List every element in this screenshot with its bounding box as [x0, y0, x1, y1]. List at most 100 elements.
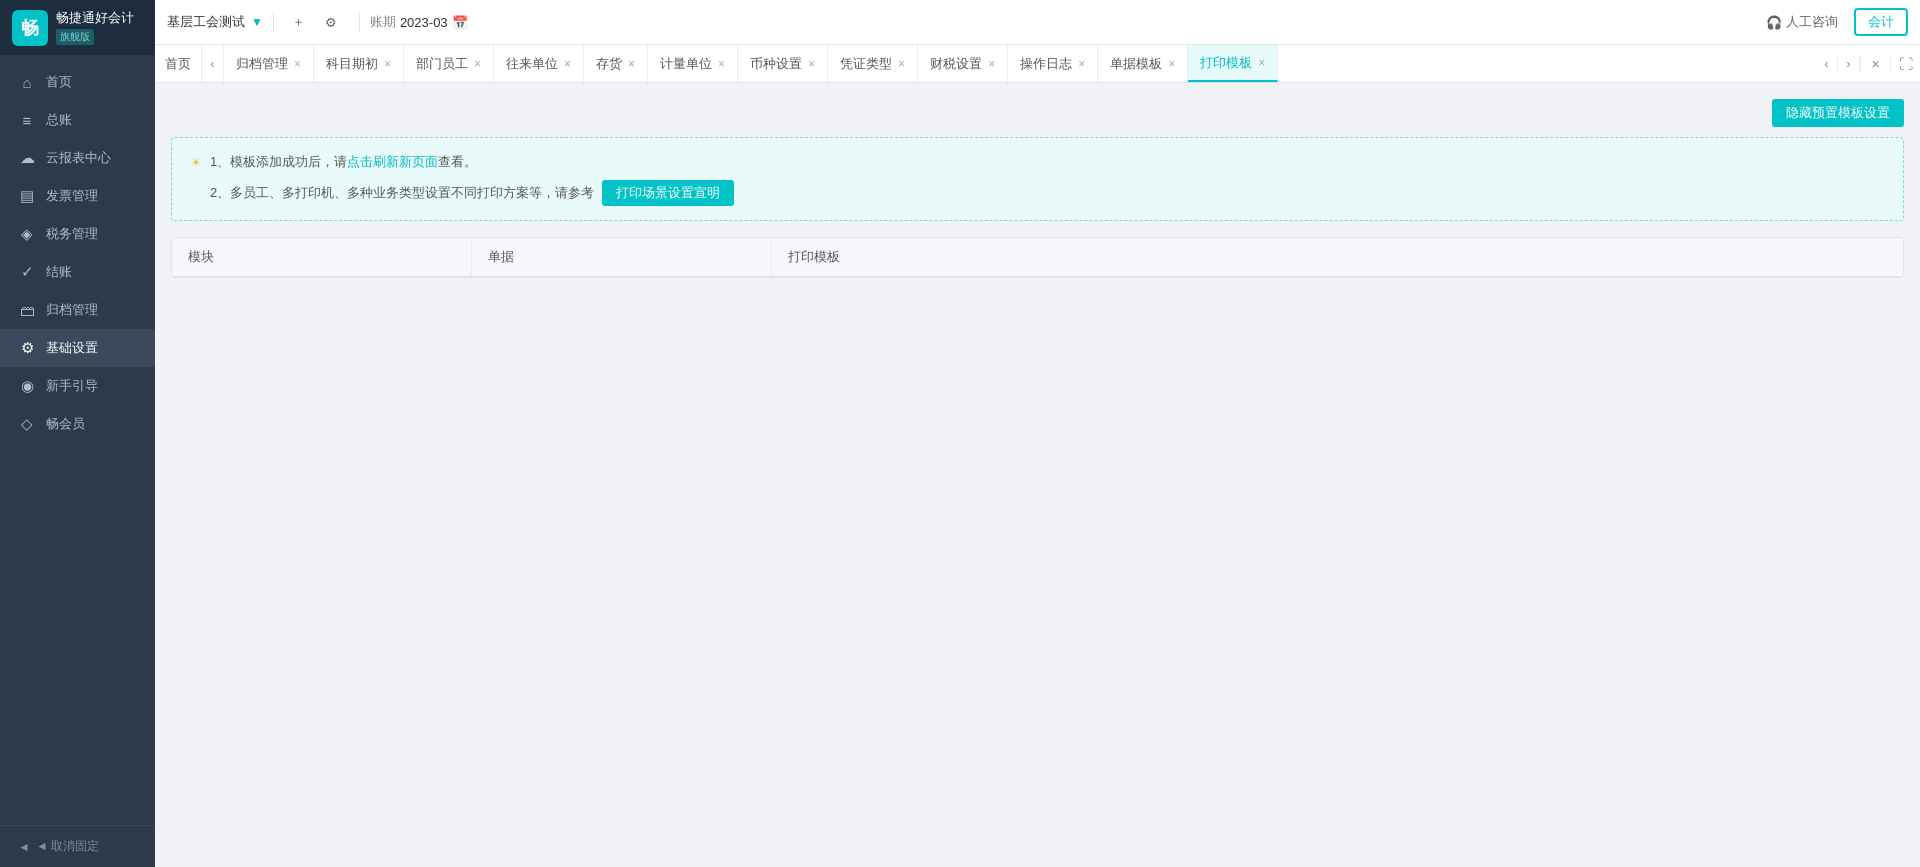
- tab-label: 归档管理: [236, 55, 288, 73]
- tab-label: 单据模板: [1110, 55, 1162, 73]
- reports-icon: ☁: [18, 149, 36, 167]
- tab-currency[interactable]: 币种设置 ×: [738, 45, 828, 82]
- sidebar-item-label: 总账: [46, 111, 72, 129]
- tab-print[interactable]: 打印模板 ×: [1188, 45, 1278, 82]
- sidebar-item-label: 归档管理: [46, 301, 98, 319]
- sidebar-item-invoice[interactable]: ▤ 发票管理: [0, 177, 155, 215]
- tab-label: 往来单位: [506, 55, 558, 73]
- close-icon: ×: [1871, 56, 1879, 72]
- tab-fullscreen-button[interactable]: ⛶: [1890, 56, 1920, 72]
- period-area: 账期 2023-03 📅: [370, 13, 468, 31]
- sidebar-item-home[interactable]: ⌂ 首页: [0, 63, 155, 101]
- tab-home[interactable]: 首页: [155, 45, 202, 82]
- tab-label: 凭证类型: [840, 55, 892, 73]
- print-scene-button[interactable]: 打印场景设置宣明: [602, 180, 734, 206]
- ledger-icon: ≡: [18, 112, 36, 129]
- gear-icon: ⚙: [325, 15, 337, 30]
- tab-oplog[interactable]: 操作日志 ×: [1008, 45, 1098, 82]
- tab-counterpart[interactable]: 往来单位 ×: [494, 45, 584, 82]
- top-bar-right: 🎧 人工咨询 会计: [1758, 8, 1908, 36]
- tab-close-icon[interactable]: ×: [628, 58, 635, 70]
- sidebar-unpin-button[interactable]: ◄ ◄ 取消固定: [0, 825, 155, 867]
- notice-box: ☀ 1、模板添加成功后，请点击刷新新页面查看。 ☀ 2、多员工、多打印机、多种业…: [171, 137, 1904, 221]
- tab-receipt[interactable]: 单据模板 ×: [1098, 45, 1188, 82]
- period-label: 账期: [370, 13, 396, 31]
- calendar-icon[interactable]: 📅: [452, 15, 468, 30]
- tab-close-icon[interactable]: ×: [1078, 58, 1085, 70]
- tab-label: 科目期初: [326, 55, 378, 73]
- sidebar-item-archive[interactable]: 🗃 归档管理: [0, 291, 155, 329]
- sidebar-item-ledger[interactable]: ≡ 总账: [0, 101, 155, 139]
- chevron-left-small-icon: ‹: [1824, 56, 1828, 71]
- settings-button[interactable]: ⚙: [317, 11, 349, 34]
- tab-measure[interactable]: 计量单位 ×: [648, 45, 738, 82]
- sidebar-item-label: 税务管理: [46, 225, 98, 243]
- org-name: 基层工会测试: [167, 13, 245, 31]
- tab-close-icon[interactable]: ×: [898, 58, 905, 70]
- tab-archive[interactable]: 归档管理 ×: [224, 45, 314, 82]
- tab-label: 财税设置: [930, 55, 982, 73]
- top-bar: 基层工会测试 ▼ ＋ ⚙ 账期 2023-03 📅 🎧 人工咨询 会计: [155, 0, 1920, 45]
- member-icon: ◇: [18, 415, 36, 433]
- fullscreen-icon: ⛶: [1899, 56, 1913, 72]
- tab-dept[interactable]: 部门员工 ×: [404, 45, 494, 82]
- tab-close-icon[interactable]: ×: [718, 58, 725, 70]
- sidebar-item-guide[interactable]: ◉ 新手引导: [0, 367, 155, 405]
- divider-2: [359, 12, 360, 32]
- sidebar-item-reports[interactable]: ☁ 云报表中心: [0, 139, 155, 177]
- tab-label: 计量单位: [660, 55, 712, 73]
- tab-label: 打印模板: [1200, 54, 1252, 72]
- tab-subject[interactable]: 科目期初 ×: [314, 45, 404, 82]
- archive-icon: 🗃: [18, 302, 36, 319]
- org-selector[interactable]: 基层工会测试 ▼: [167, 13, 263, 31]
- notice-text-2: 2、多员工、多打印机、多种业务类型设置不同打印方案等，请参考 打印场景设置宣明: [210, 180, 734, 206]
- tab-prev-button[interactable]: ‹: [202, 45, 224, 82]
- account-button[interactable]: 会计: [1854, 8, 1908, 36]
- sidebar-item-label: 畅会员: [46, 415, 85, 433]
- period-value: 2023-03: [400, 15, 448, 30]
- tab-scroll-right-button[interactable]: ›: [1838, 56, 1860, 71]
- logo-area: 畅 畅捷通好会计 旗舰版: [0, 0, 155, 55]
- sidebar-item-tax[interactable]: ◈ 税务管理: [0, 215, 155, 253]
- sidebar-item-label: 首页: [46, 73, 72, 91]
- data-table: 模块 单据 打印模板: [171, 237, 1904, 278]
- sidebar: 畅 畅捷通好会计 旗舰版 ⌂ 首页 ≡ 总账 ☁ 云报表中心 ▤ 发票管理 ◈ …: [0, 0, 155, 867]
- tab-close-icon[interactable]: ×: [474, 58, 481, 70]
- sidebar-item-settle[interactable]: ✓ 结账: [0, 253, 155, 291]
- tab-tax-setting[interactable]: 财税设置 ×: [918, 45, 1008, 82]
- unpin-label: ◄ 取消固定: [36, 838, 99, 855]
- headset-icon: 🎧: [1766, 15, 1782, 30]
- sidebar-item-label: 基础设置: [46, 339, 98, 357]
- tax-icon: ◈: [18, 225, 36, 243]
- sidebar-nav: ⌂ 首页 ≡ 总账 ☁ 云报表中心 ▤ 发票管理 ◈ 税务管理 ✓ 结账 🗃 归…: [0, 55, 155, 825]
- sidebar-item-member[interactable]: ◇ 畅会员: [0, 405, 155, 443]
- tab-close-icon[interactable]: ×: [1258, 57, 1265, 69]
- sidebar-item-settings[interactable]: ⚙ 基础设置: [0, 329, 155, 367]
- notice-text-1: 1、模板添加成功后，请点击刷新新页面查看。: [210, 152, 477, 173]
- tab-label: 币种设置: [750, 55, 802, 73]
- support-button[interactable]: 🎧 人工咨询: [1758, 9, 1846, 35]
- tab-close-all-button[interactable]: ×: [1860, 56, 1890, 72]
- add-tab-button[interactable]: ＋: [284, 9, 317, 35]
- tab-scroll-left-button[interactable]: ‹: [1816, 56, 1838, 71]
- sidebar-item-label: 新手引导: [46, 377, 98, 395]
- refresh-link[interactable]: 点击刷新新页面: [347, 154, 438, 169]
- tab-actions: ‹ › × ⛶: [1816, 56, 1920, 72]
- tab-close-icon[interactable]: ×: [1168, 58, 1175, 70]
- tab-close-icon[interactable]: ×: [384, 58, 391, 70]
- org-dropdown-icon: ▼: [251, 15, 263, 29]
- tab-close-icon[interactable]: ×: [808, 58, 815, 70]
- sidebar-item-label: 发票管理: [46, 187, 98, 205]
- content-area: 隐藏预置模板设置 ☀ 1、模板添加成功后，请点击刷新新页面查看。 ☀ 2、多员工…: [155, 83, 1920, 867]
- invoice-icon: ▤: [18, 187, 36, 205]
- chevron-left-icon: ‹: [210, 56, 214, 71]
- settings-icon: ⚙: [18, 339, 36, 357]
- tab-close-icon[interactable]: ×: [564, 58, 571, 70]
- hide-template-settings-button[interactable]: 隐藏预置模板设置: [1772, 99, 1904, 127]
- support-label: 人工咨询: [1786, 13, 1838, 31]
- tab-stock[interactable]: 存货 ×: [584, 45, 648, 82]
- tab-home-label: 首页: [165, 55, 191, 73]
- tab-close-icon[interactable]: ×: [988, 58, 995, 70]
- tab-close-icon[interactable]: ×: [294, 58, 301, 70]
- tab-voucher-type[interactable]: 凭证类型 ×: [828, 45, 918, 82]
